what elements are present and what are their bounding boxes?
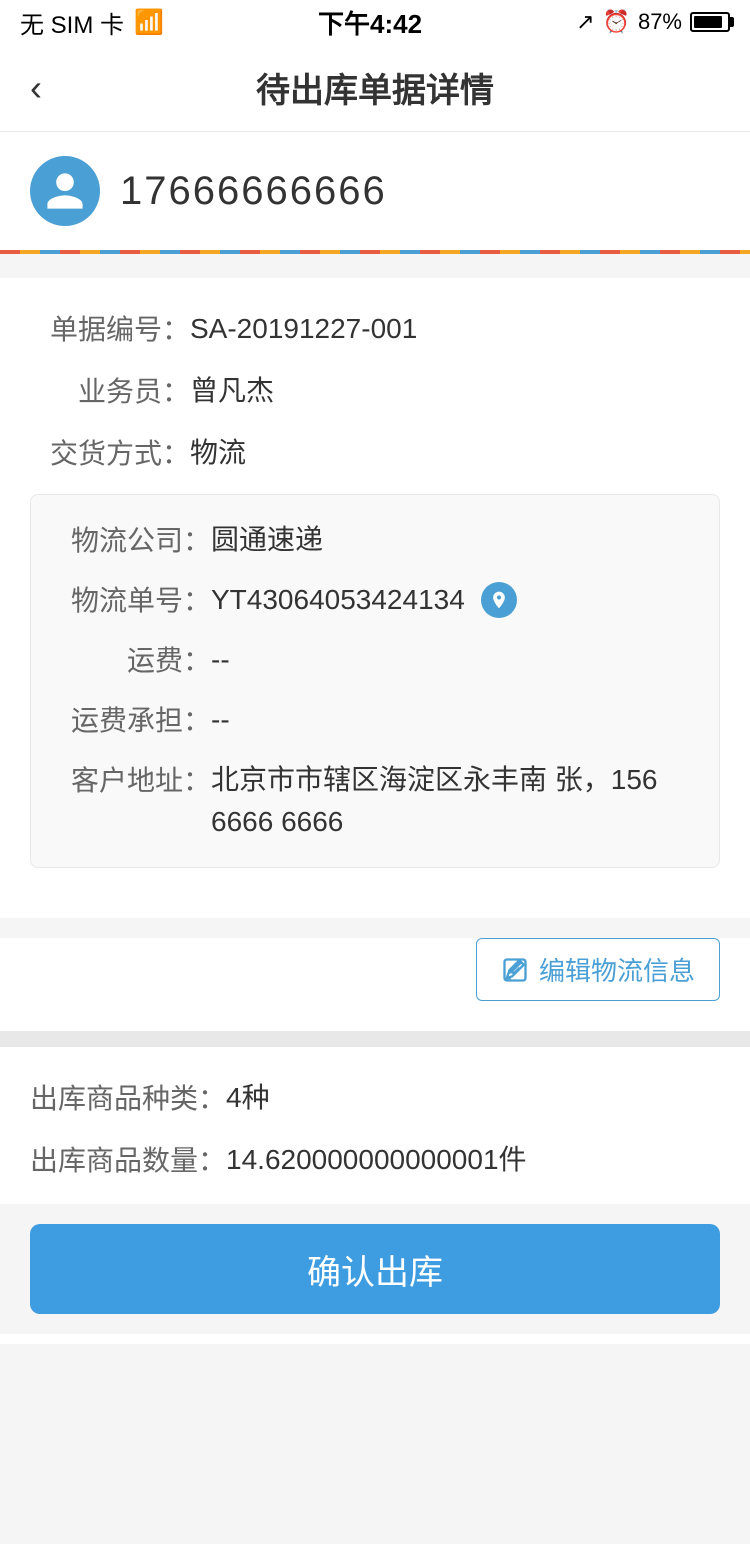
doc-number-label: 单据编号： [30, 308, 190, 348]
map-pin-icon [489, 590, 509, 610]
wifi-icon: 📶 [134, 8, 164, 37]
logistics-section: 物流公司： 圆通速递 物流单号： YT43064053424134 运费： --… [30, 494, 720, 868]
user-header: 17666666666 [0, 132, 750, 250]
logistics-company-row: 物流公司： 圆通速递 [51, 519, 699, 561]
back-button[interactable]: ‹ [30, 67, 42, 109]
goods-quantity-label: 出库商品数量： [30, 1139, 226, 1179]
logistics-company-value: 圆通速递 [211, 519, 699, 561]
doc-number-value: SA-20191227-001 [190, 308, 720, 350]
tracking-label: 物流单号： [51, 579, 211, 619]
goods-quantity-value: 14.620000000000001件 [226, 1139, 720, 1181]
track-location-button[interactable] [481, 582, 517, 618]
edit-icon [501, 956, 529, 984]
user-phone: 17666666666 [120, 169, 387, 214]
tracking-value-row: YT43064053424134 [211, 579, 699, 621]
address-label: 客户地址： [51, 759, 211, 799]
doc-number-row: 单据编号： SA-20191227-001 [30, 308, 720, 350]
delivery-label: 交货方式： [30, 432, 190, 472]
location-arrow-icon: ↗ [576, 9, 594, 35]
section-separator [0, 1031, 750, 1047]
status-left: 无 SIM 卡 📶 [20, 5, 164, 40]
tracking-row: 物流单号： YT43064053424134 [51, 579, 699, 621]
page-title: 待出库单据详情 [256, 63, 494, 112]
status-bar: 无 SIM 卡 📶 下午4:42 ↗ ⏰ 87% [0, 0, 750, 44]
carrier-text: 无 SIM 卡 [20, 5, 124, 40]
status-right: ↗ ⏰ 87% [576, 9, 730, 35]
dashed-divider [0, 250, 750, 258]
freight-value: -- [211, 639, 699, 681]
confirm-btn-wrapper: 确认出库 [0, 1204, 750, 1334]
delivery-row: 交货方式： 物流 [30, 432, 720, 474]
logistics-company-label: 物流公司： [51, 519, 211, 559]
document-info-section: 单据编号： SA-20191227-001 业务员： 曾凡杰 交货方式： 物流 … [0, 278, 750, 918]
address-value: 北京市市辖区海淀区永丰南 张，156 6666 6666 [211, 759, 699, 843]
goods-type-value: 4种 [226, 1077, 720, 1119]
alarm-icon: ⏰ [603, 9, 630, 35]
delivery-value: 物流 [190, 432, 720, 474]
freight-row: 运费： -- [51, 639, 699, 681]
staff-value: 曾凡杰 [190, 370, 720, 412]
freight-bearer-row: 运费承担： -- [51, 699, 699, 741]
battery-icon [690, 12, 730, 32]
address-row: 客户地址： 北京市市辖区海淀区永丰南 张，156 6666 6666 [51, 759, 699, 843]
battery-text: 87% [638, 9, 682, 35]
freight-bearer-label: 运费承担： [51, 699, 211, 739]
goods-quantity-row: 出库商品数量： 14.620000000000001件 [30, 1139, 720, 1181]
status-time: 下午4:42 [318, 4, 422, 41]
bottom-space [0, 1344, 750, 1544]
edit-logistics-button[interactable]: 编辑物流信息 [476, 938, 720, 1001]
staff-label: 业务员： [30, 370, 190, 410]
edit-btn-label: 编辑物流信息 [539, 951, 695, 988]
goods-type-row: 出库商品种类： 4种 [30, 1077, 720, 1119]
user-avatar-icon [43, 169, 87, 213]
nav-bar: ‹ 待出库单据详情 [0, 44, 750, 132]
staff-row: 业务员： 曾凡杰 [30, 370, 720, 412]
confirm-btn-label: 确认出库 [307, 1245, 443, 1294]
tracking-number: YT43064053424134 [211, 579, 465, 621]
freight-label: 运费： [51, 639, 211, 679]
edit-btn-row: 编辑物流信息 [0, 938, 750, 1031]
freight-bearer-value: -- [211, 699, 699, 741]
avatar [30, 156, 100, 226]
goods-type-label: 出库商品种类： [30, 1077, 226, 1117]
confirm-outbound-button[interactable]: 确认出库 [30, 1224, 720, 1314]
